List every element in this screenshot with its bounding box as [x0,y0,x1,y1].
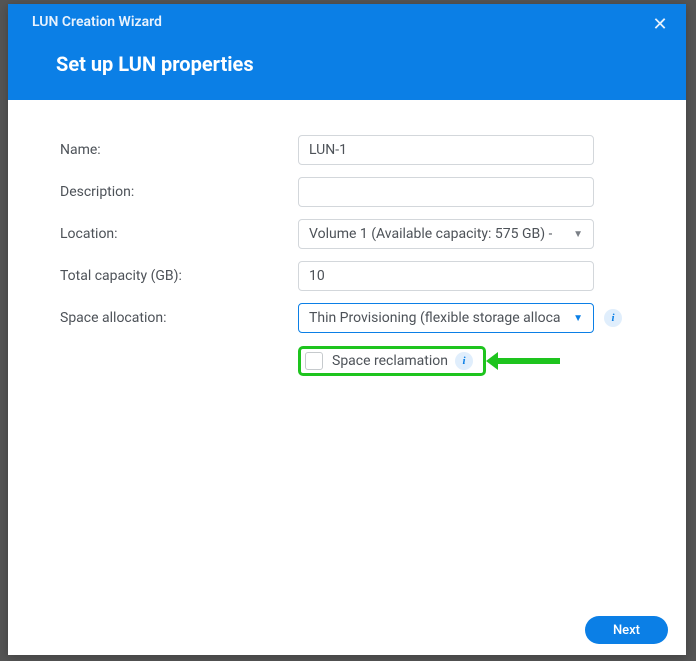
window-title: LUN Creation Wizard [32,4,662,30]
row-name: Name: [60,134,634,166]
input-description[interactable] [298,177,594,207]
page-title: Set up LUN properties [32,52,662,76]
input-name[interactable] [298,135,594,165]
next-button[interactable]: Next [585,616,668,644]
row-description: Description: [60,176,634,208]
input-capacity[interactable] [298,261,594,291]
dialog-body: Name: Description: Location: Volume 1 (A… [8,100,686,605]
lun-creation-wizard-dialog: LUN Creation Wizard ✕ Set up LUN propert… [8,4,686,655]
row-location: Location: Volume 1 (Available capacity: … [60,218,634,250]
highlight-annotation: Space reclamation i [298,346,486,376]
close-icon: ✕ [652,14,667,35]
row-reclamation: Space reclamation i [298,344,634,378]
info-icon[interactable]: i [604,309,622,327]
chevron-down-icon: ▼ [573,313,583,324]
label-location: Location: [60,226,298,242]
chevron-down-icon: ▼ [573,229,583,240]
label-allocation: Space allocation: [60,310,298,326]
label-description: Description: [60,184,298,200]
row-allocation: Space allocation: Thin Provisioning (fle… [60,302,634,334]
checkbox-reclamation[interactable] [305,352,323,370]
info-icon[interactable]: i [455,352,473,370]
dropdown-allocation[interactable]: Thin Provisioning (flexible storage allo… [298,303,594,333]
close-button[interactable]: ✕ [648,12,672,36]
label-capacity: Total capacity (GB): [60,268,298,284]
dialog-footer: Next [8,605,686,655]
row-capacity: Total capacity (GB): [60,260,634,292]
dialog-header: LUN Creation Wizard ✕ Set up LUN propert… [8,4,686,100]
arrow-annotation [496,358,560,364]
label-name: Name: [60,142,298,158]
label-reclamation: Space reclamation [332,353,448,369]
dropdown-location[interactable]: Volume 1 (Available capacity: 575 GB) - … [298,219,594,249]
dropdown-allocation-value: Thin Provisioning (flexible storage allo… [309,310,561,326]
dropdown-location-value: Volume 1 (Available capacity: 575 GB) - [309,226,552,242]
